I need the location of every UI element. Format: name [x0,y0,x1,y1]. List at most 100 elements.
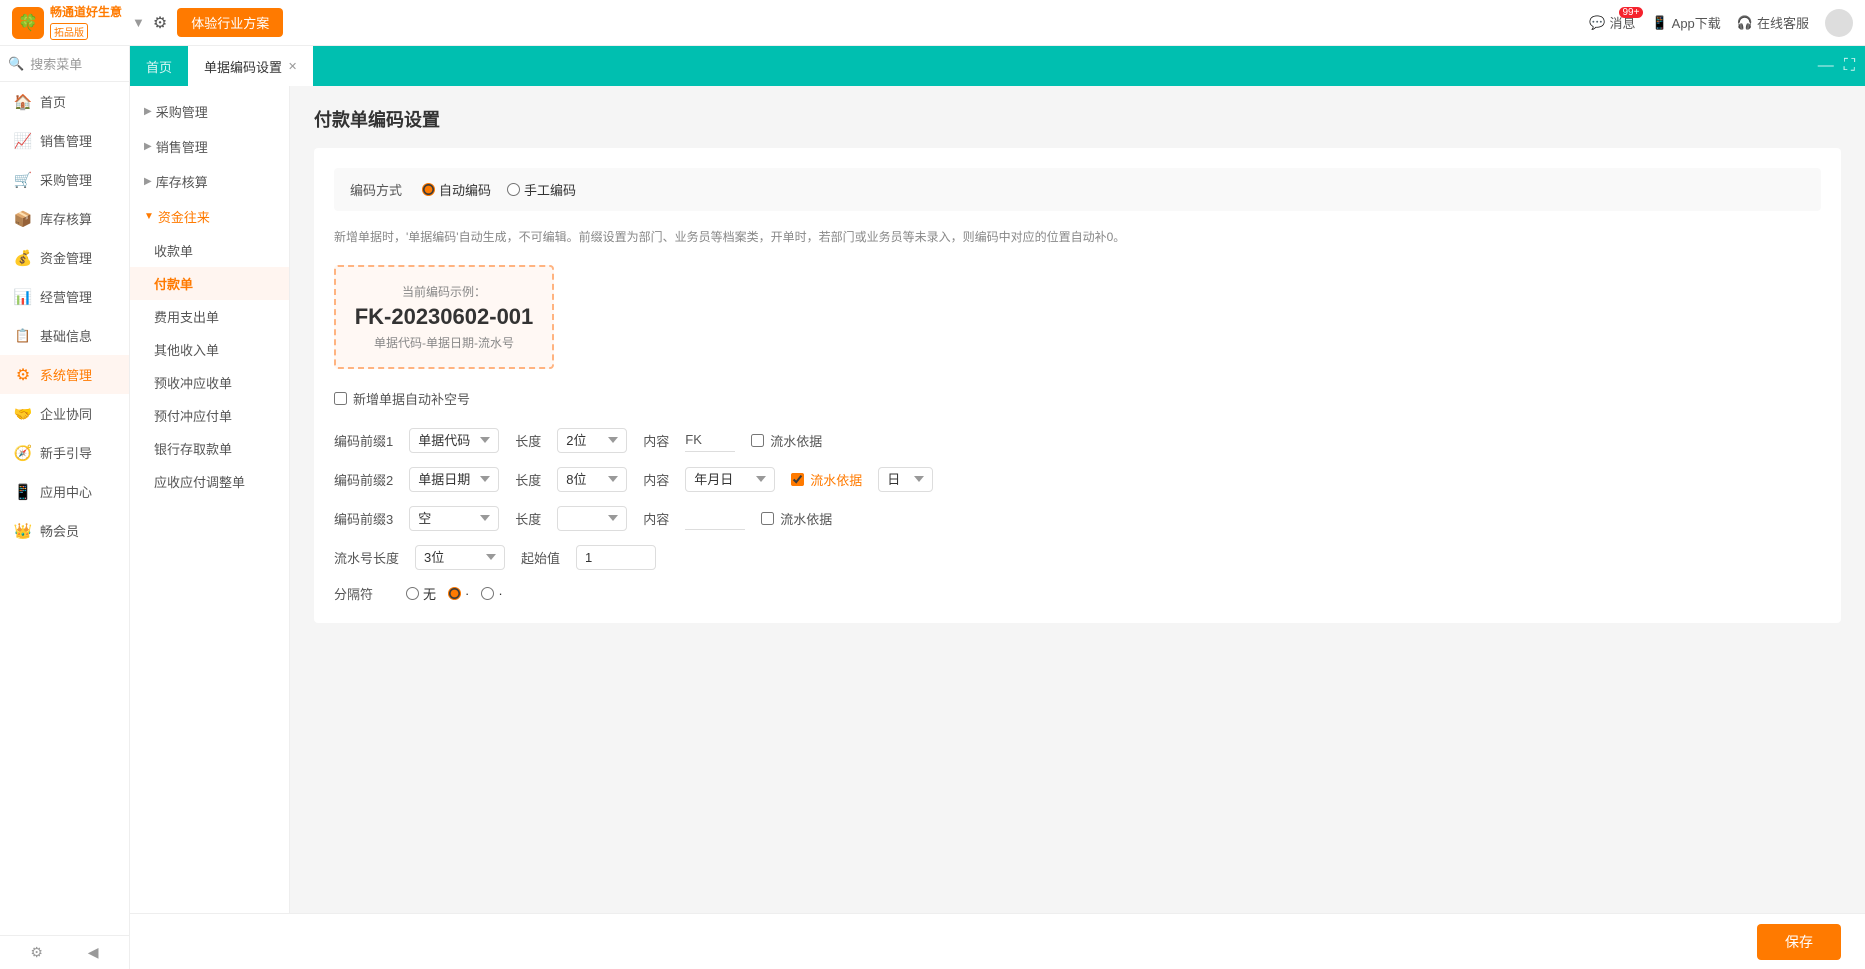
menu-item-receipt[interactable]: 收款单 [130,234,289,267]
sidebar-item-purchase[interactable]: 🛒 采购管理 [0,160,129,199]
main-content: 付款单编码设置 编码方式 自动编码 手工编码 [290,86,1865,913]
sidebar-label-inventory: 库存核算 [40,209,92,228]
prefix2-select[interactable]: 单据日期 [409,467,499,492]
radio-manual-input[interactable] [507,183,520,196]
prefix3-select[interactable]: 空 [409,506,499,531]
menu-item-expense[interactable]: 费用支出单 [130,300,289,333]
sep-dot2-input[interactable] [481,587,494,600]
sidebar-item-basic[interactable]: 📋 基础信息 [0,316,129,355]
sidebar-label-basic: 基础信息 [40,326,92,345]
app-download[interactable]: 📱 App下载 [1651,13,1720,32]
sidebar-item-sales[interactable]: 📈 销售管理 [0,121,129,160]
auto-fill-input[interactable] [334,392,347,405]
top-bar-left: 🍀 畅通道好生意 拓品版 ▼ ⚙ 体验行业方案 [12,5,283,40]
prefix1-content-input[interactable] [685,428,735,452]
trial-button[interactable]: 体验行业方案 [177,8,283,37]
sidebar-label-guide: 新手引导 [40,443,92,462]
sidebar-item-enterprise[interactable]: 🤝 企业协同 [0,394,129,433]
form-card: 编码方式 自动编码 手工编码 [314,148,1841,623]
auto-fill-checkbox[interactable]: 新增单据自动补空号 [334,389,470,408]
serial-length-select[interactable]: 3位 [415,545,505,570]
prefix2-serial-checkbox[interactable]: 流水依据 [791,470,862,489]
sidebar-item-guide[interactable]: 🧭 新手引导 [0,433,129,472]
prefix2-content-label: 内容 [643,470,669,489]
settings-icon[interactable]: ⚙ [153,13,167,33]
online-service[interactable]: 🎧 在线客服 [1737,13,1809,32]
menu-group-title-inventory[interactable]: ▶ 库存核算 [130,164,289,199]
separator-options: 无 · · [406,584,503,603]
search-menu[interactable]: 🔍 搜索菜单 [0,46,129,82]
radio-auto[interactable]: 自动编码 [422,180,491,199]
start-value-input[interactable] [576,545,656,570]
prefix1-select[interactable]: 单据代码 [409,428,499,453]
sidebar-item-system[interactable]: ⚙ 系统管理 [0,355,129,394]
logo-text: 畅通道好生意 拓品版 [50,5,122,40]
tab-minimize-button[interactable]: — [1818,57,1834,75]
menu-group-sales: ▶ 销售管理 [130,129,289,164]
sidebar-item-inventory[interactable]: 📦 库存核算 [0,199,129,238]
sep-none-input[interactable] [406,587,419,600]
sidebar-collapse-icon[interactable]: ◀ [88,944,99,961]
prefix3-length-select[interactable] [557,506,627,531]
menu-item-payment[interactable]: 付款单 [130,267,289,300]
finance-icon: 💰 [14,249,32,267]
sidebar-item-apps[interactable]: 📱 应用中心 [0,472,129,511]
purchase-icon: 🛒 [14,171,32,189]
encoding-radio-group: 自动编码 手工编码 [422,180,576,199]
dropdown-arrow-icon[interactable]: ▼ [132,15,145,30]
encoding-method-row: 编码方式 自动编码 手工编码 [334,168,1821,211]
sidebar-item-home[interactable]: 🏠 首页 [0,82,129,121]
menu-group-title-purchase[interactable]: ▶ 采购管理 [130,94,289,129]
separator-label: 分隔符 [334,584,390,603]
menu-group-label-inventory: 库存核算 [156,172,208,191]
encoding-method-label: 编码方式 [350,180,402,199]
sep-dot1[interactable]: · [448,586,469,601]
prefix3-length-label: 长度 [515,509,541,528]
menu-item-adjustment[interactable]: 应收应付调整单 [130,465,289,498]
menu-item-bank[interactable]: 银行存取款单 [130,432,289,465]
code-preview-value: FK-20230602-001 [352,304,536,330]
save-button[interactable]: 保存 [1757,924,1841,960]
menu-item-prepayment-pay[interactable]: 预付冲应付单 [130,399,289,432]
prefix3-serial-input[interactable] [761,512,774,525]
sidebar-settings-icon[interactable]: ⚙ [30,944,43,961]
menu-item-other-income[interactable]: 其他收入单 [130,333,289,366]
menu-group-title-finance[interactable]: ▼ 资金往来 [130,199,289,234]
tab-home[interactable]: 首页 [130,46,188,86]
prefix3-content-input[interactable] [685,506,745,530]
sep-dot1-input[interactable] [448,587,461,600]
menu-group-purchase: ▶ 采购管理 [130,94,289,129]
tab-close-icon[interactable]: ✕ [288,60,297,73]
prefix1-length-select[interactable]: 2位 [557,428,627,453]
page-title: 付款单编码设置 [314,106,1841,132]
prefix2-length-select[interactable]: 8位 [557,467,627,492]
prefix2-unit-select[interactable]: 日 [878,467,933,492]
radio-manual[interactable]: 手工编码 [507,180,576,199]
sep-none[interactable]: 无 [406,584,436,603]
tab-encoding-label: 单据编码设置 [204,57,282,76]
radio-auto-input[interactable] [422,183,435,196]
sidebar-item-member[interactable]: 👑 畅会员 [0,511,129,550]
top-nav-controls: ▼ ⚙ [132,13,167,33]
user-avatar[interactable] [1825,9,1853,37]
prefix3-serial-checkbox[interactable]: 流水依据 [761,509,832,528]
prefix2-content-select[interactable]: 年月日 [685,467,775,492]
sidebar-nav: 🏠 首页 📈 销售管理 🛒 采购管理 📦 库存核算 💰 资金管理 📊 经 [0,82,129,935]
tab-encoding-settings[interactable]: 单据编码设置 ✕ [188,46,313,86]
sep-dot2-label: · [498,586,502,601]
prefix1-serial-checkbox[interactable]: 流水依据 [751,431,822,450]
menu-item-prepayment-recv[interactable]: 预收冲应收单 [130,366,289,399]
prefix1-serial-input[interactable] [751,434,764,447]
sidebar-item-finance[interactable]: 💰 资金管理 [0,238,129,277]
main-layout: 🔍 搜索菜单 🏠 首页 📈 销售管理 🛒 采购管理 📦 库存核算 💰 [0,46,1865,969]
menu-group-title-sales[interactable]: ▶ 销售管理 [130,129,289,164]
sep-dot2[interactable]: · [481,586,502,601]
auto-fill-row: 新增单据自动补空号 [334,389,1821,408]
service-icon: 🎧 [1737,15,1753,31]
message-area[interactable]: 💬 消息 99+ [1589,13,1635,32]
member-icon: 👑 [14,522,32,540]
prefix3-content-label: 内容 [643,509,669,528]
tab-maximize-button[interactable]: ⛶ [1844,57,1855,75]
sidebar-item-operation[interactable]: 📊 经营管理 [0,277,129,316]
prefix2-serial-input[interactable] [791,473,804,486]
